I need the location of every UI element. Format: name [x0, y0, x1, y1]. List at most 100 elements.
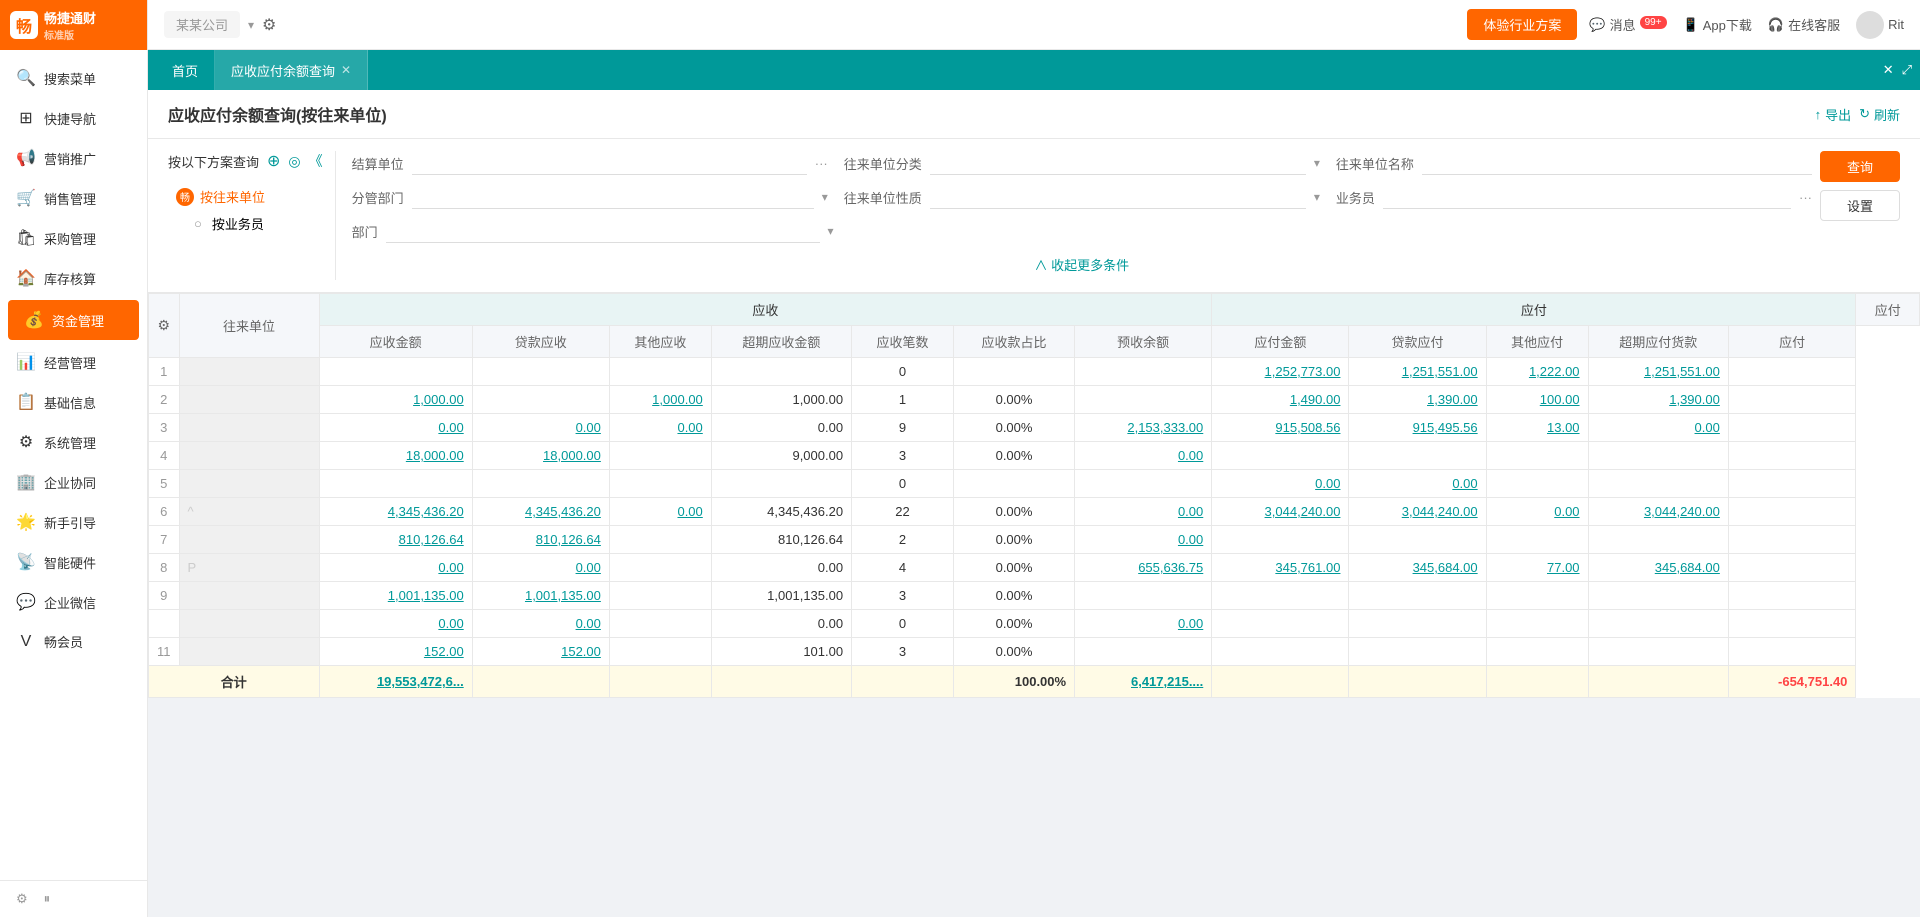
query-button[interactable]: 查询 — [1820, 151, 1900, 182]
ap-other-cell[interactable] — [1486, 442, 1588, 470]
ap-overdue-cell[interactable] — [1588, 526, 1728, 554]
ar-loan-cell[interactable]: 4,345,436.20 — [472, 498, 609, 526]
ap-amount-cell[interactable] — [1212, 638, 1349, 666]
sidebar-item-sales[interactable]: 🛒 销售管理 — [0, 178, 147, 218]
ar-other-cell[interactable] — [609, 526, 711, 554]
collapse-more-button[interactable]: ∧ 收起更多条件 — [352, 249, 1812, 280]
sidebar-settings-icon[interactable]: ⚙ — [16, 891, 28, 907]
ar-loan-cell[interactable]: 152.00 — [472, 638, 609, 666]
salesman-dots-icon[interactable]: ··· — [1799, 190, 1812, 205]
ar-loan-cell[interactable] — [472, 470, 609, 498]
tab-ar-ap[interactable]: 应收应付余额查询 ✕ — [215, 50, 368, 90]
ar-prepay-cell[interactable] — [1075, 470, 1212, 498]
filter-collapse-icon[interactable]: 《 — [309, 151, 323, 171]
dept-input[interactable] — [386, 219, 820, 243]
ap-overdue-cell[interactable] — [1588, 610, 1728, 638]
ar-amount-cell[interactable]: 1,001,135.00 — [319, 582, 472, 610]
sidebar-item-member[interactable]: V 畅会员 — [0, 622, 147, 661]
ap-other-cell[interactable]: 13.00 — [1486, 414, 1588, 442]
ar-loan-cell[interactable]: 1,001,135.00 — [472, 582, 609, 610]
ar-prepay-cell[interactable] — [1075, 386, 1212, 414]
messages-action[interactable]: 💬 消息 99+ — [1589, 15, 1666, 34]
ap-loan-cell[interactable] — [1349, 610, 1486, 638]
sidebar-item-base-info[interactable]: 📋 基础信息 — [0, 382, 147, 422]
ar-loan-cell[interactable]: 0.00 — [472, 610, 609, 638]
dept-chevron-icon[interactable]: ▾ — [828, 224, 834, 238]
ar-other-cell[interactable] — [609, 442, 711, 470]
ap-other-cell[interactable]: 100.00 — [1486, 386, 1588, 414]
ar-other-cell[interactable]: 1,000.00 — [609, 386, 711, 414]
ar-prepay-cell[interactable]: 0.00 — [1075, 526, 1212, 554]
counterpart-nature-chevron-icon[interactable]: ▾ — [1314, 190, 1320, 204]
ap-other-cell[interactable]: 0.00 — [1486, 498, 1588, 526]
dept-manager-chevron-icon[interactable]: ▾ — [822, 190, 828, 204]
ap-other-cell[interactable]: 77.00 — [1486, 554, 1588, 582]
sidebar-item-quick-nav[interactable]: ⊞ 快捷导航 — [0, 98, 147, 138]
salesman-input[interactable] — [1383, 185, 1791, 209]
ar-amount-cell[interactable]: 4,345,436.20 — [319, 498, 472, 526]
ap-overdue-cell[interactable]: 3,044,240.00 — [1588, 498, 1728, 526]
trial-button[interactable]: 体验行业方案 — [1467, 9, 1577, 40]
ap-loan-cell[interactable] — [1349, 442, 1486, 470]
sidebar-item-enterprise[interactable]: 🏢 企业协同 — [0, 462, 147, 502]
user-action[interactable]: Rit — [1856, 11, 1904, 39]
preset-by-unit[interactable]: 畅 按往来单位 — [168, 183, 323, 210]
ar-prepay-cell[interactable]: 0.00 — [1075, 442, 1212, 470]
ap-loan-cell[interactable] — [1349, 638, 1486, 666]
tab-close-icon[interactable]: ✕ — [341, 63, 351, 77]
settlement-unit-dots-icon[interactable]: ··· — [815, 156, 828, 171]
ar-loan-cell[interactable] — [472, 386, 609, 414]
ap-overdue-cell[interactable]: 345,684.00 — [1588, 554, 1728, 582]
ap-overdue-cell[interactable] — [1588, 582, 1728, 610]
preset-by-employee[interactable]: ○ 按业务员 — [168, 210, 323, 237]
ap-amount-cell[interactable] — [1212, 610, 1349, 638]
filter-add-icon[interactable]: ⊕ — [267, 151, 280, 171]
ar-amount-cell[interactable]: 0.00 — [319, 610, 472, 638]
ap-other-cell[interactable] — [1486, 470, 1588, 498]
sidebar-item-search-menu[interactable]: 🔍 搜索菜单 — [0, 58, 147, 98]
ar-prepay-cell[interactable]: 655,636.75 — [1075, 554, 1212, 582]
ap-amount-cell[interactable]: 1,490.00 — [1212, 386, 1349, 414]
ap-overdue-cell[interactable] — [1588, 638, 1728, 666]
sidebar-item-operations[interactable]: 📊 经营管理 — [0, 342, 147, 382]
ar-loan-cell[interactable]: 0.00 — [472, 414, 609, 442]
ap-other-cell[interactable] — [1486, 526, 1588, 554]
ap-loan-cell[interactable] — [1349, 526, 1486, 554]
ap-loan-cell[interactable]: 345,684.00 — [1349, 554, 1486, 582]
sidebar-item-wechat[interactable]: 💬 企业微信 — [0, 582, 147, 622]
ar-other-cell[interactable] — [609, 358, 711, 386]
ar-amount-cell[interactable] — [319, 470, 472, 498]
ar-loan-cell[interactable]: 810,126.64 — [472, 526, 609, 554]
ap-overdue-cell[interactable]: 1,390.00 — [1588, 386, 1728, 414]
ar-other-cell[interactable]: 0.00 — [609, 498, 711, 526]
ap-amount-cell[interactable]: 3,044,240.00 — [1212, 498, 1349, 526]
ap-amount-cell[interactable] — [1212, 526, 1349, 554]
ap-amount-cell[interactable] — [1212, 442, 1349, 470]
counterpart-nature-input[interactable] — [930, 185, 1306, 209]
counterpart-name-input[interactable] — [1422, 151, 1812, 175]
ap-loan-cell[interactable]: 1,390.00 — [1349, 386, 1486, 414]
ap-overdue-cell[interactable] — [1588, 442, 1728, 470]
ap-loan-cell[interactable]: 1,251,551.00 — [1349, 358, 1486, 386]
sidebar-item-marketing[interactable]: 📢 营销推广 — [0, 138, 147, 178]
ar-other-cell[interactable] — [609, 554, 711, 582]
sidebar-item-system[interactable]: ⚙ 系统管理 — [0, 422, 147, 462]
ar-prepay-cell[interactable]: 0.00 — [1075, 610, 1212, 638]
ar-amount-cell[interactable] — [319, 358, 472, 386]
app-download-action[interactable]: 📱 App下载 — [1683, 15, 1752, 34]
sidebar-collapse-icon[interactable]: ⏸ — [44, 891, 51, 907]
ar-amount-cell[interactable]: 0.00 — [319, 414, 472, 442]
refresh-button[interactable]: ↻ 刷新 — [1859, 105, 1900, 124]
ap-other-cell[interactable] — [1486, 610, 1588, 638]
sidebar-item-inventory[interactable]: 🏠 库存核算 — [0, 258, 147, 298]
counterpart-category-input[interactable] — [930, 151, 1306, 175]
sidebar-item-hardware[interactable]: 📡 智能硬件 — [0, 542, 147, 582]
export-button[interactable]: ↑ 导出 — [1815, 105, 1852, 124]
ap-loan-cell[interactable]: 3,044,240.00 — [1349, 498, 1486, 526]
ap-loan-cell[interactable]: 915,495.56 — [1349, 414, 1486, 442]
ap-amount-cell[interactable]: 915,508.56 — [1212, 414, 1349, 442]
ap-overdue-cell[interactable]: 1,251,551.00 — [1588, 358, 1728, 386]
header-settings-icon[interactable]: ⚙ — [262, 15, 276, 35]
ap-overdue-cell[interactable] — [1588, 470, 1728, 498]
ar-amount-cell[interactable]: 810,126.64 — [319, 526, 472, 554]
